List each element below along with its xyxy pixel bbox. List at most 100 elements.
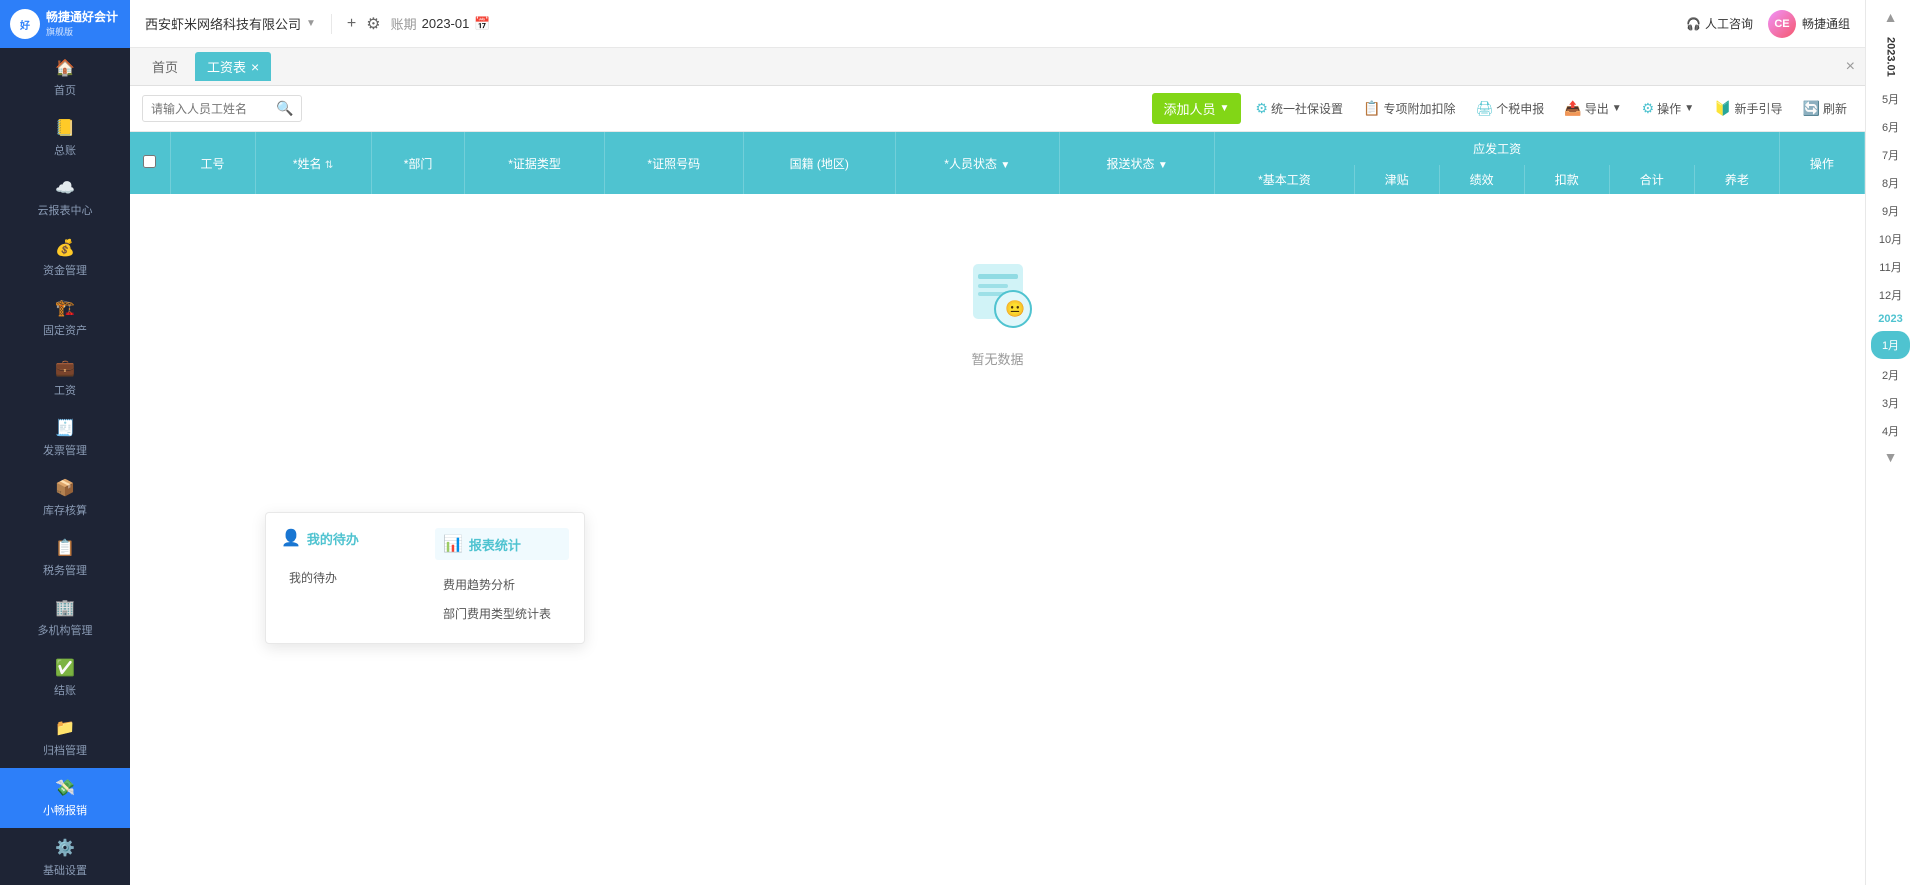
empty-text: 暂无数据 bbox=[971, 349, 1023, 368]
operations-action[interactable]: ⚙ 操作 ▼ bbox=[1636, 96, 1700, 121]
ledger-icon: 📒 bbox=[55, 118, 75, 138]
tab-home[interactable]: 首页 bbox=[140, 52, 190, 81]
xiaochang-icon: 💸 bbox=[55, 778, 75, 798]
right-panel-month-9[interactable]: 9月 bbox=[1866, 197, 1915, 225]
cloud-icon: ☁️ bbox=[55, 178, 75, 198]
avatar: CE bbox=[1768, 10, 1796, 38]
sidebar-item-xiaochang[interactable]: 💸 小畅报销 bbox=[0, 768, 130, 828]
popup-right-col: 📊 报表统计 费用趋势分析 部门费用类型统计表 bbox=[435, 528, 569, 628]
right-panel-month-12[interactable]: 12月 bbox=[1866, 281, 1915, 309]
popup-dept-cost[interactable]: 部门费用类型统计表 bbox=[435, 599, 569, 628]
sidebar-nav: 🏠 首页 📒 总账 ☁️ 云报表中心 💰 资金管理 🏗️ 固定资产 💼 工资 🧾… bbox=[0, 48, 130, 885]
panel-close-button[interactable]: × bbox=[1846, 58, 1855, 76]
th-department: *部门 bbox=[371, 132, 465, 194]
popup-right-title: 📊 报表统计 bbox=[435, 528, 569, 560]
report-icon: 📊 bbox=[443, 534, 463, 554]
social-security-icon: ⚙ bbox=[1255, 100, 1268, 117]
operations-icon: ⚙ bbox=[1642, 100, 1655, 117]
period-display: 账期 2023-01 📅 bbox=[391, 14, 491, 33]
home-icon: 🏠 bbox=[55, 58, 75, 78]
operations-dropdown-icon: ▼ bbox=[1684, 103, 1694, 114]
right-panel-month-2[interactable]: 2月 bbox=[1866, 361, 1915, 389]
sidebar-item-invoice[interactable]: 🧾 发票管理 bbox=[0, 408, 130, 468]
calendar-icon[interactable]: 📅 bbox=[474, 16, 490, 32]
tax-report-action[interactable]: 🖨 个税申报 bbox=[1469, 96, 1550, 121]
right-panel-month-7[interactable]: 7月 bbox=[1866, 141, 1915, 169]
sidebar-item-archive[interactable]: 📁 归档管理 bbox=[0, 708, 130, 768]
app-logo: 好 畅捷通好会计 旗舰版 bbox=[0, 0, 130, 48]
sidebar-item-ledger[interactable]: 📒 总账 bbox=[0, 108, 130, 168]
add-company-button[interactable]: + bbox=[347, 16, 356, 32]
sidebar-item-settlement[interactable]: ✅ 结账 bbox=[0, 648, 130, 708]
invoice-icon: 🧾 bbox=[55, 418, 75, 438]
sidebar: 好 畅捷通好会计 旗舰版 🏠 首页 📒 总账 ☁️ 云报表中心 💰 资金管理 🏗… bbox=[0, 0, 130, 885]
special-deduct-action[interactable]: 📋 专项附加扣除 bbox=[1357, 96, 1461, 121]
popup-cost-trend[interactable]: 费用趋势分析 bbox=[435, 570, 569, 599]
right-panel-month-3[interactable]: 3月 bbox=[1866, 389, 1915, 417]
logo-text: 畅捷通好会计 旗舰版 bbox=[46, 10, 118, 39]
search-icon: 🔍 bbox=[276, 100, 293, 117]
personnel-status-filter-icon[interactable]: ▼ bbox=[1000, 160, 1010, 171]
sidebar-item-basic-settings[interactable]: ⚙️ 基础设置 bbox=[0, 828, 130, 885]
popup-left-title: 👤 我的待办 bbox=[281, 528, 415, 553]
sidebar-item-tax[interactable]: 📋 税务管理 bbox=[0, 528, 130, 588]
right-panel-month-6[interactable]: 6月 bbox=[1866, 113, 1915, 141]
th-salary-group: 应发工资 bbox=[1215, 132, 1780, 165]
th-basic-salary: *基本工资 bbox=[1215, 165, 1354, 194]
sidebar-item-fund[interactable]: 💰 资金管理 bbox=[0, 228, 130, 288]
sidebar-item-fixed-assets[interactable]: 🏗️ 固定资产 bbox=[0, 288, 130, 348]
salary-icon: 💼 bbox=[55, 358, 75, 378]
settlement-icon: ✅ bbox=[55, 658, 75, 678]
popup-left-col: 👤 我的待办 我的待办 bbox=[281, 528, 415, 628]
refresh-action[interactable]: 🔄 刷新 bbox=[1797, 96, 1853, 121]
sidebar-item-cloud-report[interactable]: ☁️ 云报表中心 bbox=[0, 168, 130, 228]
popup-my-todo[interactable]: 我的待办 bbox=[281, 563, 415, 592]
sidebar-item-home[interactable]: 🏠 首页 bbox=[0, 48, 130, 108]
th-checkbox bbox=[130, 132, 170, 194]
sidebar-item-multi-org[interactable]: 🏢 多机构管理 bbox=[0, 588, 130, 648]
th-deduct: 扣款 bbox=[1524, 165, 1609, 194]
th-bonus: 绩效 bbox=[1439, 165, 1524, 194]
export-dropdown-icon: ▼ bbox=[1612, 103, 1622, 114]
add-person-dropdown-icon: ▼ bbox=[1220, 103, 1230, 114]
th-employee-id: 工号 bbox=[170, 132, 255, 194]
toolbar-right: 添加人员 ▼ ⚙ 统一社保设置 📋 专项附加扣除 🖨 个税申报 📤 导出 ▼ bbox=[1152, 93, 1854, 124]
search-box: 🔍 bbox=[142, 95, 302, 122]
select-all-checkbox[interactable] bbox=[143, 155, 156, 168]
right-panel-month-4[interactable]: 4月 bbox=[1866, 417, 1915, 445]
table-wrapper: 工号 *姓名 ⇅ *部门 *证据类型 *证照号码 国籍 (地区) *人员状态 ▼… bbox=[130, 132, 1865, 885]
right-panel-month-5[interactable]: 5月 bbox=[1866, 85, 1915, 113]
right-panel-month-8[interactable]: 8月 bbox=[1866, 169, 1915, 197]
service-button[interactable]: 🎧 人工咨询 bbox=[1686, 15, 1753, 32]
refresh-icon: 🔄 bbox=[1803, 100, 1820, 117]
export-icon: 📤 bbox=[1564, 100, 1581, 117]
header-right: 🎧 人工咨询 CE 畅捷通组 bbox=[1686, 10, 1850, 38]
right-panel-month-10[interactable]: 10月 bbox=[1866, 225, 1915, 253]
archive-icon: 📁 bbox=[55, 718, 75, 738]
tab-close-button[interactable]: × bbox=[251, 59, 259, 75]
settings-button[interactable]: ⚙ bbox=[366, 14, 380, 34]
logo-icon: 好 bbox=[10, 9, 40, 39]
toolbar: 🔍 添加人员 ▼ ⚙ 统一社保设置 📋 专项附加扣除 🖨 个税申报 📤 导出 bbox=[130, 86, 1865, 132]
sidebar-item-inventory[interactable]: 📦 库存核算 bbox=[0, 468, 130, 528]
th-nationality: 国籍 (地区) bbox=[743, 132, 895, 194]
guide-action[interactable]: 🔰 新手引导 bbox=[1708, 96, 1788, 121]
company-selector[interactable]: 西安虾米网络科技有限公司 ▼ bbox=[145, 14, 316, 33]
add-person-button[interactable]: 添加人员 ▼ bbox=[1152, 93, 1242, 124]
user-menu[interactable]: CE 畅捷通组 bbox=[1768, 10, 1850, 38]
tab-salary-table[interactable]: 工资表 × bbox=[195, 52, 271, 81]
search-input[interactable] bbox=[151, 102, 271, 116]
right-panel-down-arrow[interactable]: ▼ bbox=[1880, 445, 1902, 469]
right-panel-up-arrow[interactable]: ▲ bbox=[1880, 5, 1902, 29]
right-panel-year: 2023.01 bbox=[1885, 29, 1897, 85]
right-panel-month-11[interactable]: 11月 bbox=[1866, 253, 1915, 281]
report-status-filter-icon[interactable]: ▼ bbox=[1158, 160, 1168, 171]
name-sort-icon[interactable]: ⇅ bbox=[325, 160, 333, 171]
sidebar-item-salary[interactable]: 💼 工资 bbox=[0, 348, 130, 408]
todo-icon: 👤 bbox=[281, 528, 301, 548]
export-action[interactable]: 📤 导出 ▼ bbox=[1558, 96, 1627, 121]
right-panel-month-1[interactable]: 1月 bbox=[1871, 331, 1910, 359]
social-security-action[interactable]: ⚙ 统一社保设置 bbox=[1249, 96, 1349, 121]
popup-row: 👤 我的待办 我的待办 📊 报表统计 费用趋势分析 部门费用类型统计表 bbox=[281, 528, 569, 628]
th-personnel-status: *人员状态 ▼ bbox=[895, 132, 1059, 194]
